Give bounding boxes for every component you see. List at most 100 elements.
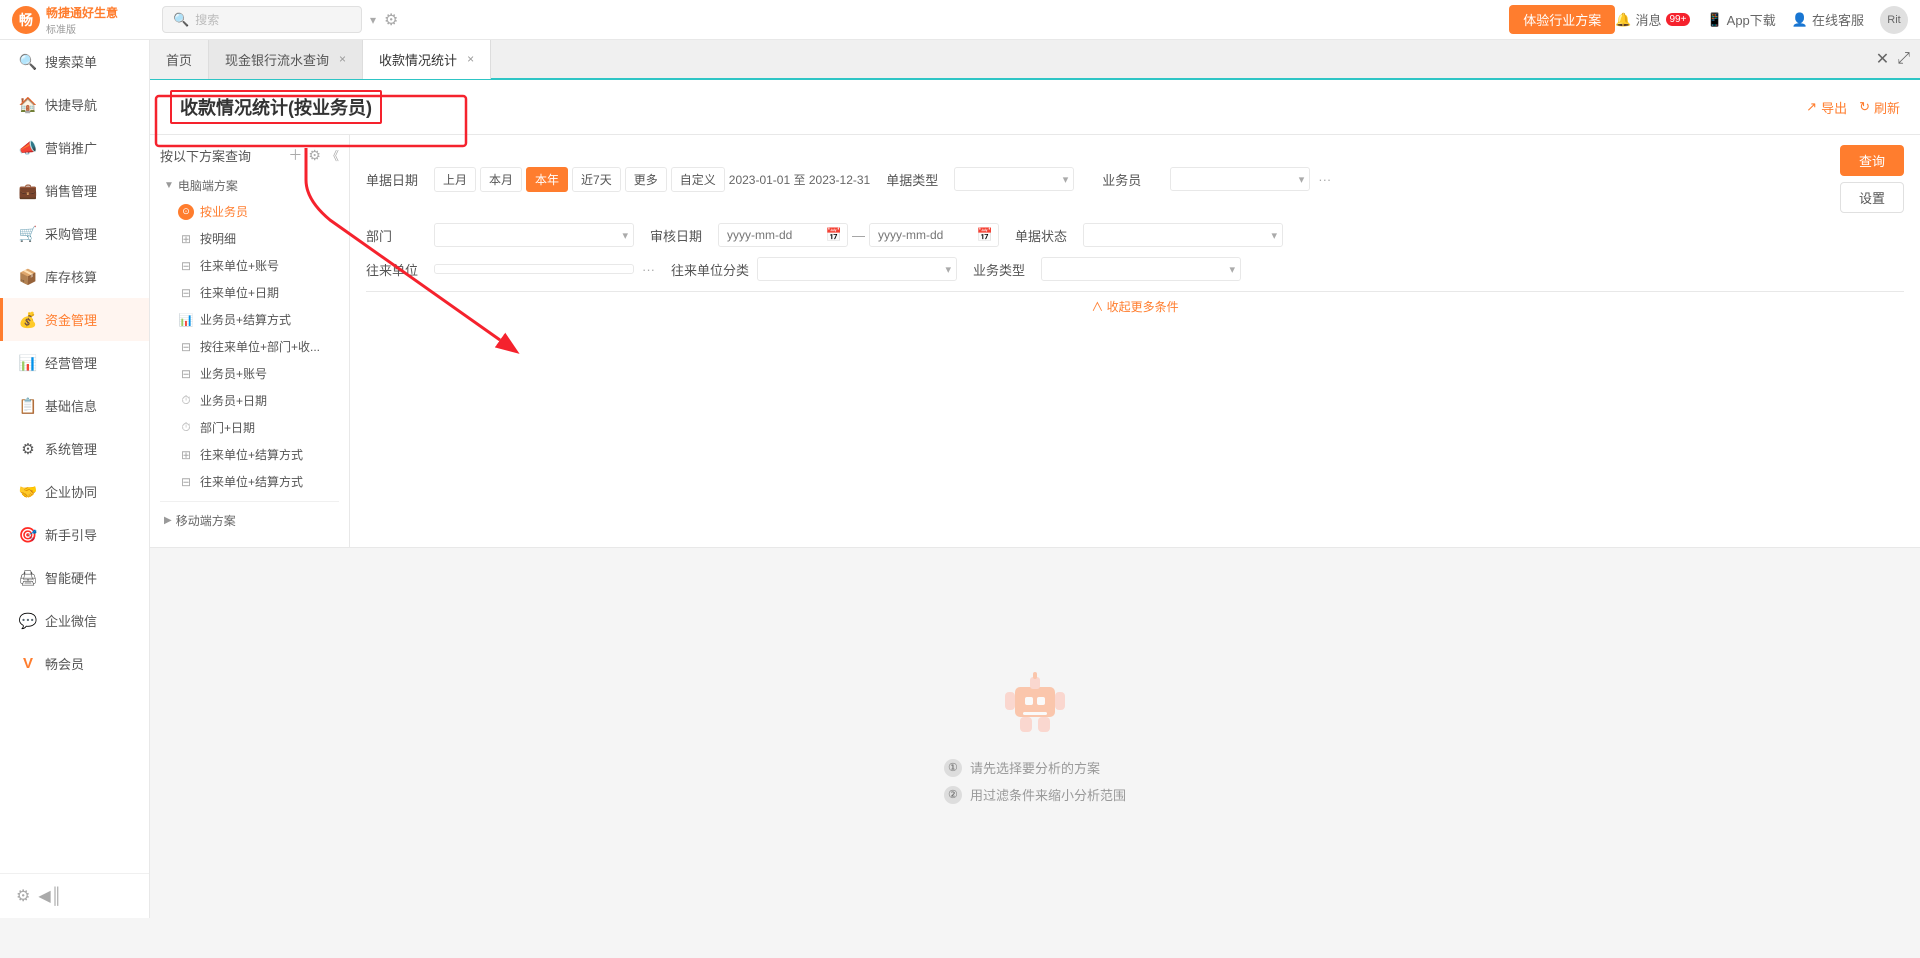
doc-status-select[interactable] (1083, 223, 1283, 247)
sidebar-item-quick-nav[interactable]: 🏠 快捷导航 (0, 83, 149, 126)
try-industry-button[interactable]: 体验行业方案 (1509, 5, 1615, 34)
refresh-button[interactable]: ↻ 刷新 (1859, 98, 1900, 117)
date-btn-last-month[interactable]: 上月 (434, 167, 476, 192)
review-date-to-input[interactable] (869, 223, 999, 247)
tab-close-all-icon[interactable]: ✕ (1876, 49, 1889, 69)
app-download-label: App下载 (1727, 10, 1776, 29)
main-content: 首页 现金银行流水查询 × 收款情况统计 × ✕ ⤢ 收款情况统计(按业务员) … (150, 40, 1920, 918)
scheme-item-partner-settlement1[interactable]: ⊞ 往来单位+结算方式 (160, 441, 339, 468)
logo-text: 畅捷通好生意 (46, 4, 118, 21)
hardware-icon: 🖨 (19, 569, 37, 587)
scheme-header-actions: ＋ ⚙ 《 (288, 145, 339, 165)
sidebar-item-member[interactable]: V 畅会员 (0, 642, 149, 685)
sidebar-item-search-menu[interactable]: 🔍 搜索菜单 (0, 40, 149, 83)
scheme-item-partner-settlement1-label: 往来单位+结算方式 (200, 446, 303, 463)
scheme-item-salesperson-account[interactable]: ⊟ 业务员+账号 (160, 360, 339, 387)
tab-bank-flow-close[interactable]: × (339, 52, 346, 66)
filter-item-partner-category: 往来单位分类 (671, 257, 957, 281)
empty-tip-2: ② 用过滤条件来缩小分析范围 (944, 785, 1126, 804)
sidebar-item-purchase[interactable]: 🛒 采购管理 (0, 212, 149, 255)
scheme-item-salesperson-label: 按业务员 (200, 203, 248, 220)
tab-maximize-icon[interactable]: ⤢ (1897, 50, 1910, 68)
settings-button[interactable]: 设置 (1840, 182, 1904, 213)
query-button[interactable]: 查询 (1840, 145, 1904, 176)
scheme-item-partner-account[interactable]: ⊟ 往来单位+账号 (160, 252, 339, 279)
tab-bar-right: ✕ ⤢ (1876, 49, 1920, 69)
collapse-bar[interactable]: ∧ 收起更多条件 (366, 291, 1904, 321)
sidebar-item-quick-nav-label: 快捷导航 (45, 95, 97, 114)
sidebar-item-enterprise-label: 企业协同 (45, 482, 97, 501)
tab-home[interactable]: 首页 (150, 40, 209, 79)
tab-collection-stat[interactable]: 收款情况统计 × (363, 40, 491, 79)
scheme-item-by-detail[interactable]: ⊞ 按明细 (160, 225, 339, 252)
dropdown-arrow-icon[interactable]: ▾ (370, 13, 376, 27)
date-range-end: 2023-12-31 (809, 173, 870, 187)
partner-category-select[interactable] (757, 257, 957, 281)
user-avatar[interactable]: Rit (1880, 6, 1908, 34)
sidebar-item-wechat[interactable]: 💬 企业微信 (0, 599, 149, 642)
logo-area: 畅 畅捷通好生意 标准版 (12, 4, 162, 36)
scheme-item-partner-dept-collect[interactable]: ⊟ 按往来单位+部门+收... (160, 333, 339, 360)
sidebar-item-hardware[interactable]: 🖨 智能硬件 (0, 556, 149, 599)
scheme-add-button[interactable]: ＋ (288, 145, 302, 165)
date-btn-custom[interactable]: 自定义 (671, 167, 725, 192)
partner-more-icon[interactable]: ··· (642, 262, 655, 277)
sidebar-item-enterprise[interactable]: 🤝 企业协同 (0, 470, 149, 513)
tab-bank-flow[interactable]: 现金银行流水查询 × (209, 40, 363, 79)
sidebar-item-basic[interactable]: 📋 基础信息 (0, 384, 149, 427)
doc-status-label: 单据状态 (1015, 226, 1075, 245)
query-panel-inner: 按以下方案查询 ＋ ⚙ 《 ▼ 电脑端方案 (150, 135, 1920, 547)
doc-type-label: 单据类型 (886, 170, 946, 189)
scheme-item-salesperson-settlement[interactable]: 📊 业务员+结算方式 (160, 306, 339, 333)
app-download-item[interactable]: 📱 App下载 (1706, 10, 1775, 29)
review-date-from-input[interactable] (718, 223, 848, 247)
sidebar-item-system[interactable]: ⚙ 系统管理 (0, 427, 149, 470)
scheme-item-partner-settlement2[interactable]: ⊟ 往来单位+结算方式 (160, 468, 339, 495)
sidebar-item-guide[interactable]: 🎯 新手引导 (0, 513, 149, 556)
filter-item-dept: 部门 (366, 223, 634, 247)
export-button[interactable]: ↗ 导出 (1806, 98, 1847, 117)
salesperson-more-icon[interactable]: ··· (1318, 172, 1331, 187)
sidebar-item-operation[interactable]: 📊 经营管理 (0, 341, 149, 384)
filter-actions: 查询 设置 (1840, 145, 1904, 213)
scheme-item-salesperson-date[interactable]: ⏱ 业务员+日期 (160, 387, 339, 414)
doc-type-select[interactable] (954, 167, 1074, 191)
sidebar-item-capital[interactable]: 💰 资金管理 (0, 298, 149, 341)
date-btn-more[interactable]: 更多 (625, 167, 667, 192)
scheme-item-dept-date[interactable]: ⏱ 部门+日期 (160, 414, 339, 441)
desktop-group-label: 电脑端方案 (178, 177, 238, 194)
sidebar-item-system-label: 系统管理 (45, 439, 97, 458)
dept-select[interactable] (434, 223, 634, 247)
top-right: 🔔 消息 99+ 📱 App下载 👤 在线客服 Rit (1615, 6, 1908, 34)
biz-type-select[interactable] (1041, 257, 1241, 281)
sidebar-bottom-settings-icon[interactable]: ⚙ (16, 886, 30, 906)
online-service-item[interactable]: 👤 在线客服 (1792, 10, 1864, 29)
messages-item[interactable]: 🔔 消息 99+ (1615, 10, 1690, 29)
scheme-item-by-salesperson[interactable]: ⊙ 按业务员 (160, 198, 339, 225)
salesperson-settlement-icon: 📊 (178, 312, 194, 328)
tip-text-2: 用过滤条件来缩小分析范围 (970, 785, 1126, 804)
salesperson-select[interactable] (1170, 167, 1310, 191)
tab-collection-stat-close[interactable]: × (467, 52, 474, 66)
marketing-icon: 📣 (19, 139, 37, 157)
sidebar-item-inventory-label: 库存核算 (45, 267, 97, 286)
sidebar-item-hardware-label: 智能硬件 (45, 568, 97, 587)
scheme-collapse-button[interactable]: 《 (327, 147, 339, 164)
gear-settings-icon[interactable]: ⚙ (384, 10, 398, 30)
date-btn-7days[interactable]: 近7天 (572, 167, 621, 192)
date-btn-this-year[interactable]: 本年 (526, 167, 568, 192)
scheme-settings-button[interactable]: ⚙ (308, 147, 321, 164)
partner-account-icon: ⊟ (178, 258, 194, 274)
scheme-group-desktop-header[interactable]: ▼ 电脑端方案 (160, 173, 339, 198)
sidebar-item-sales[interactable]: 💼 销售管理 (0, 169, 149, 212)
date-btn-this-month[interactable]: 本月 (480, 167, 522, 192)
sidebar-item-inventory[interactable]: 📦 库存核算 (0, 255, 149, 298)
dept-select-wrap (434, 223, 634, 247)
sidebar-item-marketing[interactable]: 📣 营销推广 (0, 126, 149, 169)
sidebar-bottom-collapse-icon[interactable]: ◀║ (38, 886, 62, 906)
empty-robot-illustration (995, 662, 1075, 742)
partner-date-icon: ⊟ (178, 285, 194, 301)
query-panel: 按以下方案查询 ＋ ⚙ 《 ▼ 电脑端方案 (150, 135, 1920, 548)
scheme-group-mobile-header[interactable]: ▶ 移动端方案 (160, 508, 339, 533)
scheme-item-partner-date[interactable]: ⊟ 往来单位+日期 (160, 279, 339, 306)
